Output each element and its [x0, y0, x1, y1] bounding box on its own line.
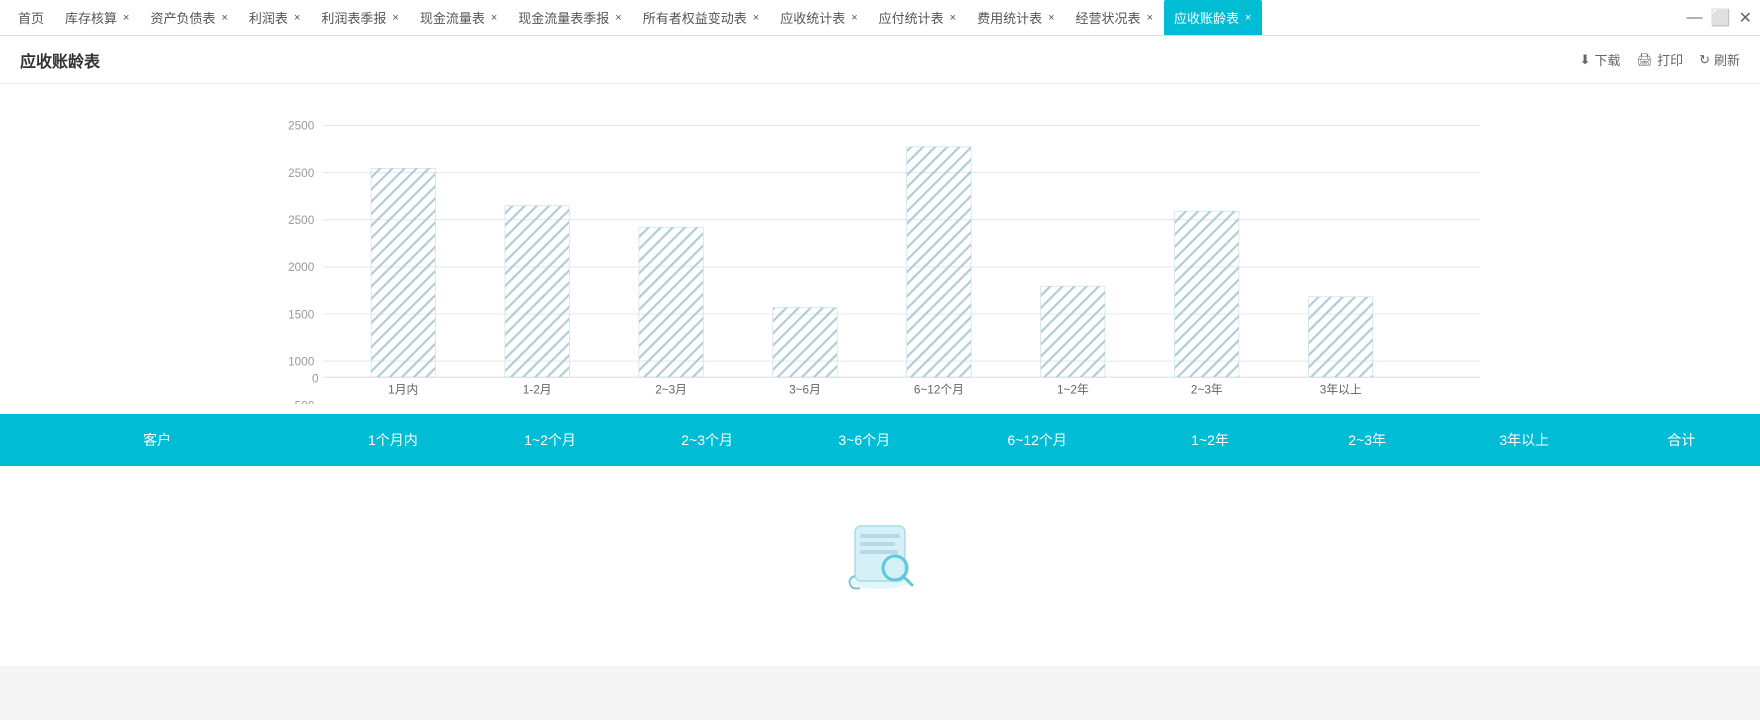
- tab-ap-stats[interactable]: 应付统计表 ×: [869, 0, 967, 36]
- table-header-cell-2: 1~2个月: [471, 430, 628, 450]
- svg-text:6~12个月: 6~12个月: [914, 383, 964, 396]
- tab-close-equity[interactable]: ×: [753, 12, 759, 24]
- table-header-cell-0: 客户: [0, 430, 314, 450]
- bar-6-12月: [907, 147, 971, 377]
- bar-2-3年: [1175, 211, 1239, 377]
- svg-text:1月内: 1月内: [388, 382, 418, 396]
- download-icon: ⬇: [1580, 52, 1591, 68]
- tab-expense-stats[interactable]: 费用统计表 ×: [967, 0, 1065, 36]
- svg-text:2500: 2500: [288, 120, 315, 133]
- tab-close-ar-aging[interactable]: ×: [1245, 12, 1251, 24]
- empty-state: [0, 466, 1760, 666]
- tab-label-home: 首页: [18, 8, 44, 27]
- tab-close-operation[interactable]: ×: [1147, 12, 1153, 24]
- minimize-button[interactable]: —: [1687, 9, 1703, 27]
- bar-1-2月: [505, 206, 569, 377]
- tab-label-ap-stats: 应付统计表: [879, 8, 944, 27]
- tab-close-cashflow[interactable]: ×: [491, 12, 497, 24]
- close-button[interactable]: ✕: [1739, 8, 1752, 28]
- tab-close-profit-quarterly[interactable]: ×: [392, 12, 398, 24]
- tab-equity[interactable]: 所有者权益变动表 ×: [633, 0, 770, 36]
- bar-3-6月: [773, 308, 837, 378]
- tab-inventory[interactable]: 库存核算 ×: [55, 0, 140, 36]
- bar-1月内: [371, 168, 435, 377]
- tab-ar-aging[interactable]: 应收账龄表 ×: [1164, 0, 1262, 36]
- tab-profit-quarterly[interactable]: 利润表季报 ×: [311, 0, 409, 36]
- tab-label-cashflow: 现金流量表: [420, 8, 485, 27]
- svg-text:1500: 1500: [288, 308, 315, 321]
- tab-home[interactable]: 首页: [8, 0, 55, 36]
- table-header-cell-6: 1~2年: [1131, 430, 1288, 450]
- table-header-cell-4: 3~6个月: [786, 430, 943, 450]
- svg-text:0: 0: [312, 373, 319, 386]
- bar-chart: 2500 2500 2500 2000 1500 1000 500 0 1月内: [40, 104, 1720, 404]
- svg-text:2000: 2000: [288, 261, 315, 274]
- tab-balance[interactable]: 资产负债表 ×: [140, 0, 238, 36]
- bar-2-3月: [639, 227, 703, 377]
- tab-label-ar-stats: 应收统计表: [780, 8, 845, 27]
- maximize-button[interactable]: ⬜: [1711, 8, 1731, 28]
- svg-text:1000: 1000: [288, 355, 315, 368]
- bar-1-2年: [1041, 286, 1105, 377]
- tab-label-profit: 利润表: [249, 8, 288, 27]
- svg-text:500: 500: [295, 399, 315, 404]
- svg-text:3年以上: 3年以上: [1320, 382, 1362, 396]
- tab-close-expense-stats[interactable]: ×: [1048, 12, 1054, 24]
- main-content: 2500 2500 2500 2000 1500 1000 500 0 1月内: [0, 84, 1760, 666]
- tab-close-inventory[interactable]: ×: [123, 12, 129, 24]
- tab-close-ar-stats[interactable]: ×: [851, 12, 857, 24]
- tab-label-inventory: 库存核算: [65, 8, 117, 27]
- tab-label-expense-stats: 费用统计表: [977, 8, 1042, 27]
- svg-text:3~6月: 3~6月: [789, 383, 821, 396]
- tab-operation[interactable]: 经营状况表 ×: [1066, 0, 1164, 36]
- tab-close-balance[interactable]: ×: [221, 12, 227, 24]
- tab-label-equity: 所有者权益变动表: [643, 8, 747, 27]
- table-header-cell-3: 2~3个月: [629, 430, 786, 450]
- tab-ar-stats[interactable]: 应收统计表 ×: [770, 0, 868, 36]
- page-title: 应收账龄表: [20, 48, 100, 72]
- header-actions: ⬇ 下载 🖨 打印 ↻ 刷新: [1580, 50, 1740, 69]
- table-header-cell-8: 3年以上: [1446, 430, 1603, 450]
- tab-close-cashflow-quarterly[interactable]: ×: [615, 12, 621, 24]
- table-header-cell-7: 2~3年: [1289, 430, 1446, 450]
- tab-close-ap-stats[interactable]: ×: [950, 12, 956, 24]
- table-header: 客户1个月内1~2个月2~3个月3~6个月6~12个月1~2年2~3年3年以上合…: [0, 414, 1760, 466]
- download-button[interactable]: ⬇ 下载: [1580, 50, 1621, 69]
- tab-cashflow-quarterly[interactable]: 现金流量表季报 ×: [508, 0, 632, 36]
- svg-text:2~3年: 2~3年: [1191, 382, 1223, 396]
- tab-label-operation: 经营状况表: [1076, 8, 1141, 27]
- tab-label-cashflow-quarterly: 现金流量表季报: [518, 8, 609, 27]
- empty-icon: [830, 506, 930, 606]
- refresh-icon: ↻: [1699, 52, 1710, 68]
- window-controls: — ⬜ ✕: [1679, 8, 1752, 28]
- table-header-cell-9: 合计: [1603, 430, 1760, 450]
- print-icon: 🖨: [1637, 52, 1654, 68]
- svg-text:1-2月: 1-2月: [523, 383, 552, 396]
- tab-label-balance: 资产负债表: [150, 8, 215, 27]
- tab-cashflow[interactable]: 现金流量表 ×: [410, 0, 508, 36]
- svg-text:2500: 2500: [288, 167, 315, 180]
- tab-bar: 首页库存核算×资产负债表×利润表×利润表季报×现金流量表×现金流量表季报×所有者…: [0, 0, 1760, 36]
- tab-label-profit-quarterly: 利润表季报: [321, 8, 386, 27]
- print-button[interactable]: 🖨 打印: [1637, 50, 1684, 69]
- tab-label-ar-aging: 应收账龄表: [1174, 8, 1239, 27]
- refresh-button[interactable]: ↻ 刷新: [1699, 50, 1740, 69]
- chart-area: 2500 2500 2500 2000 1500 1000 500 0 1月内: [0, 84, 1760, 414]
- tab-close-profit[interactable]: ×: [294, 12, 300, 24]
- table-header-cell-5: 6~12个月: [943, 430, 1132, 450]
- svg-text:1~2年: 1~2年: [1057, 382, 1089, 396]
- tab-profit[interactable]: 利润表 ×: [239, 0, 311, 36]
- bar-3年以上: [1309, 297, 1373, 377]
- table-header-cell-1: 1个月内: [314, 430, 471, 450]
- chart-container: 2500 2500 2500 2000 1500 1000 500 0 1月内: [40, 104, 1720, 404]
- page-header: 应收账龄表 ⬇ 下载 🖨 打印 ↻ 刷新: [0, 36, 1760, 84]
- svg-text:2500: 2500: [288, 214, 315, 227]
- svg-text:2~3月: 2~3月: [655, 383, 687, 396]
